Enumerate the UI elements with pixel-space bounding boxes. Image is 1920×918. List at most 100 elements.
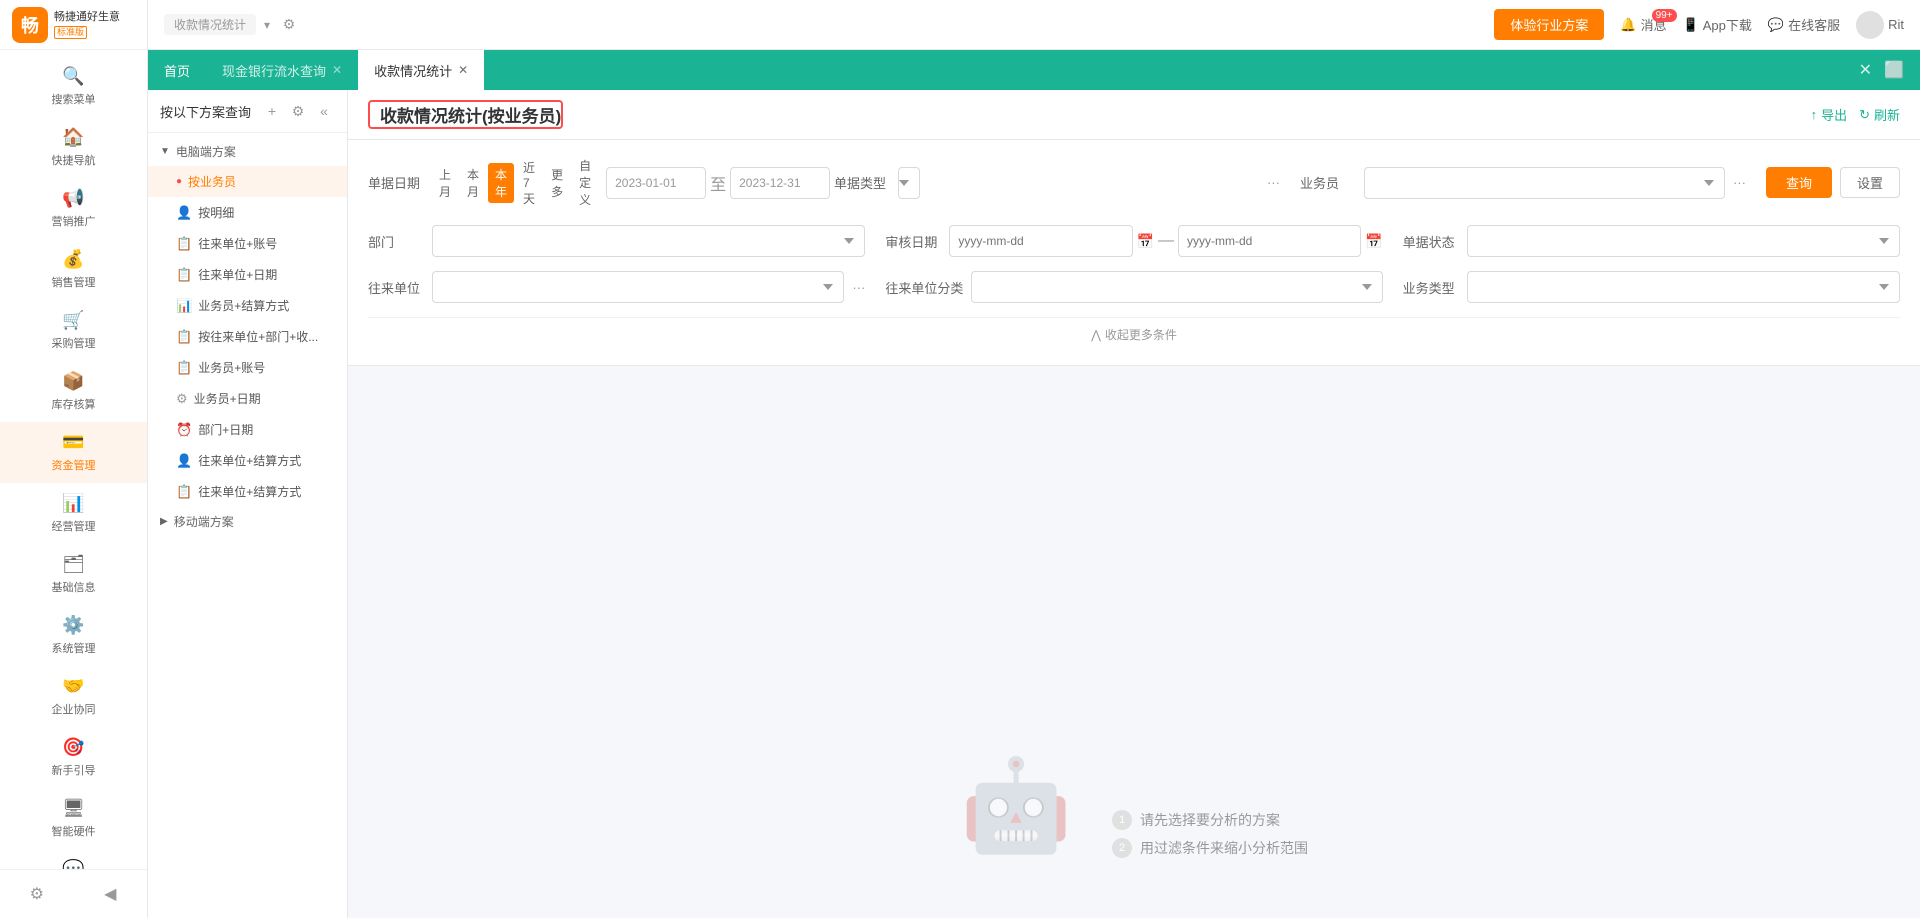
date-from-input[interactable] bbox=[606, 167, 706, 199]
sidebar-item-marketing[interactable]: 📢营销推广 bbox=[0, 178, 147, 239]
sidebar-item-stock[interactable]: 📦 库存核算 bbox=[0, 361, 147, 422]
tab-receipt[interactable]: 收款情况统计 ✕ bbox=[358, 50, 484, 90]
settings-btn[interactable]: 设置 bbox=[1840, 167, 1900, 198]
scheme-group-title-mobile[interactable]: ▶移动端方案 bbox=[148, 507, 347, 536]
hint-item-1: 2用过滤条件来缩小分析范围 bbox=[1112, 838, 1308, 858]
group-arrow-desktop: ▼ bbox=[160, 146, 170, 157]
scheme-icon-salesman_date: ⚙ bbox=[176, 391, 188, 407]
tab-close-receipt[interactable]: ✕ bbox=[458, 63, 468, 77]
date-tab-last7[interactable]: 近7天 bbox=[516, 156, 542, 210]
query-btn[interactable]: 查询 bbox=[1766, 167, 1832, 198]
filter-partner: 往来单位 ··· bbox=[368, 271, 865, 303]
content-area: 🤖 1请先选择要分析的方案2用过滤条件来缩小分析范围 bbox=[348, 366, 1920, 918]
system-icon: ⚙️ bbox=[62, 615, 84, 636]
sidebar-label-stock: 库存核算 bbox=[52, 396, 96, 412]
date-tab-last_month[interactable]: 上月 bbox=[432, 163, 458, 203]
add-scheme-btn[interactable]: + bbox=[261, 100, 283, 122]
export-icon: ↑ bbox=[1811, 107, 1818, 122]
scheme-item-salesman_account[interactable]: 📋业务员+账号 bbox=[148, 352, 347, 383]
calendar-to-icon[interactable]: 📅 bbox=[1365, 233, 1382, 250]
date-tabs: 上月本月本年近7天更多自定义 bbox=[432, 154, 598, 211]
tab-label-receipt: 收款情况统计 bbox=[374, 61, 452, 80]
scheme-item-partner_calc1[interactable]: 👤往来单位+结算方式 bbox=[148, 445, 347, 476]
sidebar-item-basic[interactable]: 🗂基础信息 bbox=[0, 544, 147, 605]
hint-num-1: 2 bbox=[1112, 838, 1132, 858]
header-dropdown-icon[interactable]: ▾ bbox=[264, 18, 270, 32]
filter-salesman: 业务员 ··· bbox=[1300, 167, 1746, 199]
user-avatar-btn[interactable]: Rit bbox=[1856, 11, 1904, 39]
sidebar-nav: 🔍搜索菜单🏠快捷导航📢营销推广💰销售管理🛒采购管理 📦 库存核算 💳资金管理📊经营管理… bbox=[0, 50, 147, 869]
partner-more-btn[interactable]: ··· bbox=[852, 280, 865, 295]
scheme-group-title-desktop[interactable]: ▼电脑端方案 bbox=[148, 137, 347, 166]
scheme-label-salesman_account: 业务员+账号 bbox=[198, 359, 265, 376]
sidebar-bottom-collapse[interactable]: ◀ bbox=[94, 878, 126, 910]
doc-type-select-wrapper bbox=[898, 167, 1259, 199]
export-btn[interactable]: ↑ 导出 bbox=[1811, 105, 1848, 124]
date-tab-this_month[interactable]: 本月 bbox=[460, 163, 486, 203]
salesman-more-btn[interactable]: ··· bbox=[1733, 175, 1746, 190]
sidebar-item-sales[interactable]: 💰销售管理 bbox=[0, 239, 147, 300]
sidebar-item-wechat[interactable]: 💬企业微信 bbox=[0, 849, 147, 869]
scheme-item-partner_account[interactable]: 📋往来单位+账号 bbox=[148, 228, 347, 259]
sidebar-item-operation[interactable]: 📊经营管理 bbox=[0, 483, 147, 544]
tab-home[interactable]: 首页 bbox=[148, 50, 206, 90]
date-tab-more[interactable]: 更多 bbox=[544, 163, 570, 203]
biz-type-label: 业务类型 bbox=[1403, 278, 1459, 297]
scheme-icon-dept_date: ⏰ bbox=[176, 422, 192, 438]
scheme-item-dept_date[interactable]: ⏰部门+日期 bbox=[148, 414, 347, 445]
message-btn[interactable]: 🔔 消息 99+ bbox=[1620, 15, 1666, 34]
sidebar-label-fund: 资金管理 bbox=[52, 457, 96, 473]
scheme-item-partner_dept[interactable]: 📋按往来单位+部门+收... bbox=[148, 321, 347, 352]
sidebar-item-quicknav[interactable]: 🏠快捷导航 bbox=[0, 117, 147, 178]
service-icon: 💬 bbox=[1768, 17, 1784, 33]
collapse-panel-btn[interactable]: « bbox=[313, 100, 335, 122]
refresh-btn[interactable]: ↻ 刷新 bbox=[1859, 105, 1900, 124]
scheme-item-by_salesman[interactable]: ●按业务员 bbox=[148, 166, 347, 197]
date-tab-custom[interactable]: 自定义 bbox=[572, 154, 598, 211]
filter-partner-cat: 往来单位分类 bbox=[885, 271, 1382, 303]
sidebar-item-purchase[interactable]: 🛒采购管理 bbox=[0, 300, 147, 361]
online-service-btn[interactable]: 💬 在线客服 bbox=[1768, 15, 1840, 34]
collapse-filter-btn[interactable]: ⋀ 收起更多条件 bbox=[1091, 326, 1177, 343]
doc-type-select[interactable] bbox=[898, 167, 920, 199]
tab-bank[interactable]: 现金银行流水查询✕ bbox=[206, 50, 358, 90]
window-maximize-btn[interactable]: ⬜ bbox=[1884, 60, 1904, 80]
partner-cat-select[interactable] bbox=[971, 271, 1382, 303]
scheme-item-partner_calc2[interactable]: 📋往来单位+结算方式 bbox=[148, 476, 347, 507]
scheme-settings-btn[interactable]: ⚙ bbox=[287, 100, 309, 122]
partner-select[interactable] bbox=[432, 271, 844, 303]
page-title: 收款情况统计(按业务员) bbox=[368, 100, 563, 129]
corp-icon: 🤝 bbox=[62, 676, 84, 697]
doc-status-select[interactable] bbox=[1467, 225, 1900, 257]
sidebar-item-hardware[interactable]: 🖥智能硬件 bbox=[0, 788, 147, 849]
sidebar-bottom-settings[interactable]: ⚙ bbox=[21, 878, 53, 910]
calendar-from-icon[interactable]: 📅 bbox=[1137, 233, 1154, 250]
operation-icon: 📊 bbox=[62, 493, 84, 514]
dept-select-wrapper bbox=[432, 225, 865, 257]
app-download-btn[interactable]: 📱 App下载 bbox=[1683, 15, 1752, 34]
window-close-btn[interactable]: ✕ bbox=[1859, 60, 1872, 80]
biz-type-select[interactable] bbox=[1467, 271, 1900, 303]
doc-type-more-btn[interactable]: ··· bbox=[1267, 175, 1280, 190]
sidebar-item-corp[interactable]: 🤝企业协同 bbox=[0, 666, 147, 727]
scheme-item-by_detail[interactable]: 👤按明细 bbox=[148, 197, 347, 228]
salesman-select[interactable] bbox=[1364, 167, 1725, 199]
tab-close-bank[interactable]: ✕ bbox=[332, 63, 342, 77]
sidebar-item-system[interactable]: ⚙️系统管理 bbox=[0, 605, 147, 666]
scheme-item-salesman_calc[interactable]: 📊业务员+结算方式 bbox=[148, 290, 347, 321]
scheme-item-salesman_date[interactable]: ⚙业务员+日期 bbox=[148, 383, 347, 414]
wechat-icon: 💬 bbox=[62, 859, 84, 869]
date-to-input[interactable] bbox=[730, 167, 830, 199]
sidebar-item-guide[interactable]: 🎯新手引导 bbox=[0, 727, 147, 788]
demo-btn[interactable]: 体验行业方案 bbox=[1494, 9, 1604, 40]
review-date-to[interactable] bbox=[1178, 225, 1361, 257]
header-settings-icon[interactable]: ⚙ bbox=[278, 14, 300, 36]
sidebar-item-search[interactable]: 🔍搜索菜单 bbox=[0, 56, 147, 117]
sidebar-item-fund[interactable]: 💳资金管理 bbox=[0, 422, 147, 483]
scheme-item-partner_date[interactable]: 📋往来单位+日期 bbox=[148, 259, 347, 290]
dept-select[interactable] bbox=[432, 225, 865, 257]
scheme-icon-salesman_calc: 📊 bbox=[176, 298, 192, 314]
stock-icon: 📦 bbox=[62, 371, 84, 392]
date-tab-this_year[interactable]: 本年 bbox=[488, 163, 514, 203]
review-date-from[interactable] bbox=[949, 225, 1132, 257]
